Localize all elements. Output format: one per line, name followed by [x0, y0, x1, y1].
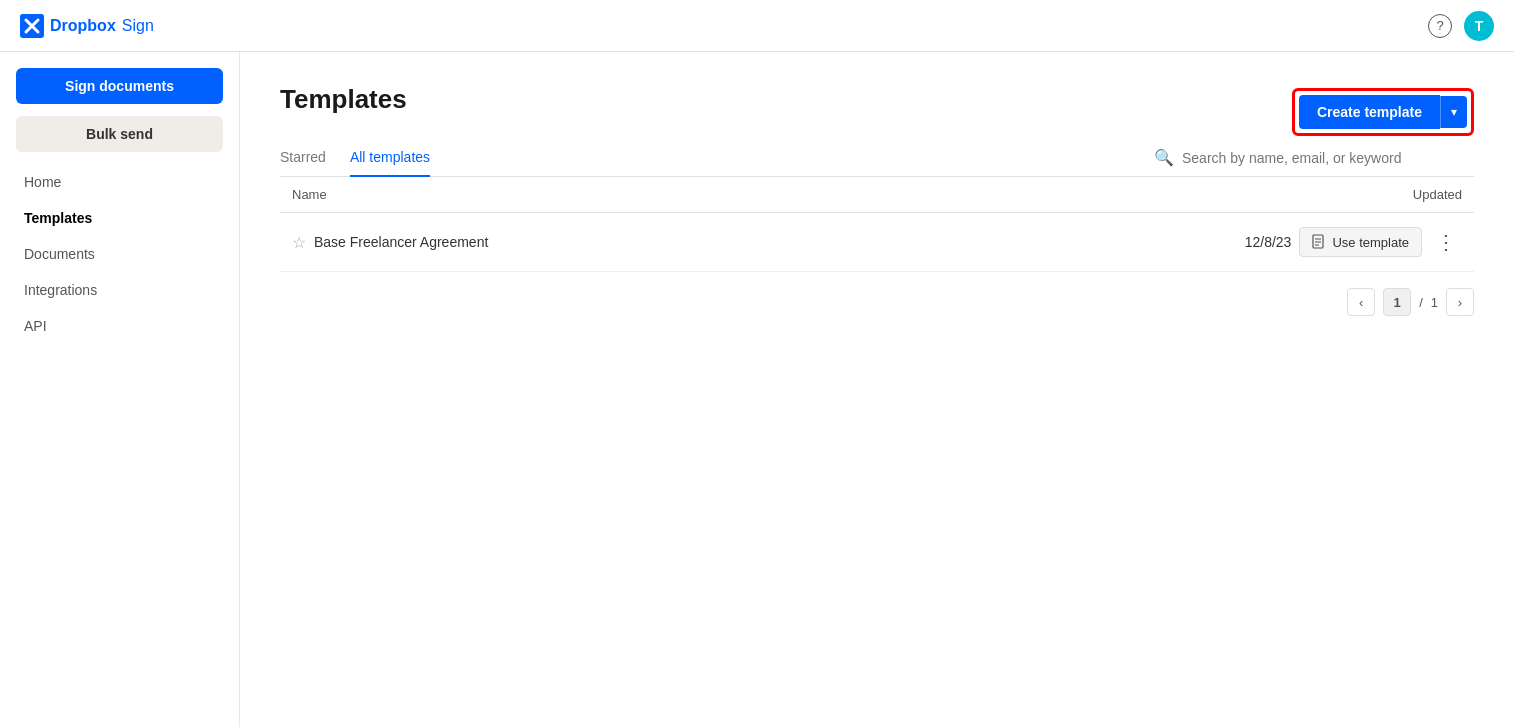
sidebar-item-documents[interactable]: Documents: [0, 236, 239, 272]
sidebar-item-integrations[interactable]: Integrations: [0, 272, 239, 308]
use-template-label: Use template: [1332, 235, 1409, 250]
sign-documents-button[interactable]: Sign documents: [16, 68, 223, 104]
sidebar: Sign documents Bulk send Home Templates …: [0, 52, 240, 727]
template-name-cell: ☆ Base Freelancer Agreement: [280, 213, 850, 272]
pagination: ‹ 1 / 1 ›: [280, 272, 1474, 332]
create-template-button[interactable]: Create template: [1299, 95, 1440, 129]
logo-dropbox-text: Dropbox: [50, 17, 116, 35]
page-separator: /: [1419, 295, 1423, 310]
template-updated-cell: 12/8/23 Use template: [850, 213, 1474, 272]
use-template-button[interactable]: Use template: [1299, 227, 1422, 257]
template-name-container: ☆ Base Freelancer Agreement: [292, 233, 838, 252]
table-header-row: Name Updated: [280, 177, 1474, 213]
tab-all-templates[interactable]: All templates: [350, 139, 430, 177]
column-updated: Updated: [850, 177, 1474, 213]
more-options-button[interactable]: ⋮: [1430, 230, 1462, 254]
current-page-button[interactable]: 1: [1383, 288, 1411, 316]
main-content: Templates Create template ▾ Starred All …: [240, 52, 1514, 727]
updated-date: 12/8/23: [1245, 234, 1292, 250]
app: Dropbox Sign ? T Sign documents Bulk sen…: [0, 0, 1514, 727]
tab-starred[interactable]: Starred: [280, 139, 326, 177]
sidebar-item-home[interactable]: Home: [0, 164, 239, 200]
table-row: ☆ Base Freelancer Agreement 12/8/23: [280, 213, 1474, 272]
dropbox-x-icon: [20, 14, 44, 38]
column-name: Name: [280, 177, 850, 213]
header: Dropbox Sign ? T: [0, 0, 1514, 52]
search-bar: 🔍: [1142, 140, 1474, 175]
content-header: Templates Create template ▾: [280, 84, 1474, 139]
create-template-group: Create template ▾: [1292, 88, 1474, 136]
help-icon[interactable]: ?: [1428, 14, 1452, 38]
document-icon: [1312, 234, 1326, 250]
bulk-send-button[interactable]: Bulk send: [16, 116, 223, 152]
logo-sign-text: Sign: [122, 17, 154, 35]
sidebar-item-templates[interactable]: Templates: [0, 200, 239, 236]
sidebar-item-api[interactable]: API: [0, 308, 239, 344]
avatar[interactable]: T: [1464, 11, 1494, 41]
templates-table: Name Updated ☆ Base Freelancer Agreement: [280, 177, 1474, 272]
search-input[interactable]: [1182, 150, 1462, 166]
next-page-button[interactable]: ›: [1446, 288, 1474, 316]
create-template-dropdown-button[interactable]: ▾: [1440, 96, 1467, 128]
body: Sign documents Bulk send Home Templates …: [0, 52, 1514, 727]
template-name-text: Base Freelancer Agreement: [314, 234, 488, 250]
header-right: ? T: [1428, 11, 1494, 41]
tabs-search-row: Starred All templates 🔍: [280, 139, 1474, 177]
sidebar-nav: Home Templates Documents Integrations AP…: [0, 164, 239, 344]
tabs: Starred All templates: [280, 139, 430, 176]
logo: Dropbox Sign: [20, 14, 154, 38]
prev-page-button[interactable]: ‹: [1347, 288, 1375, 316]
star-icon[interactable]: ☆: [292, 233, 306, 252]
search-icon: 🔍: [1154, 148, 1174, 167]
total-pages: 1: [1431, 295, 1438, 310]
action-cell: 12/8/23 Use template: [862, 227, 1462, 257]
page-title: Templates: [280, 84, 407, 115]
